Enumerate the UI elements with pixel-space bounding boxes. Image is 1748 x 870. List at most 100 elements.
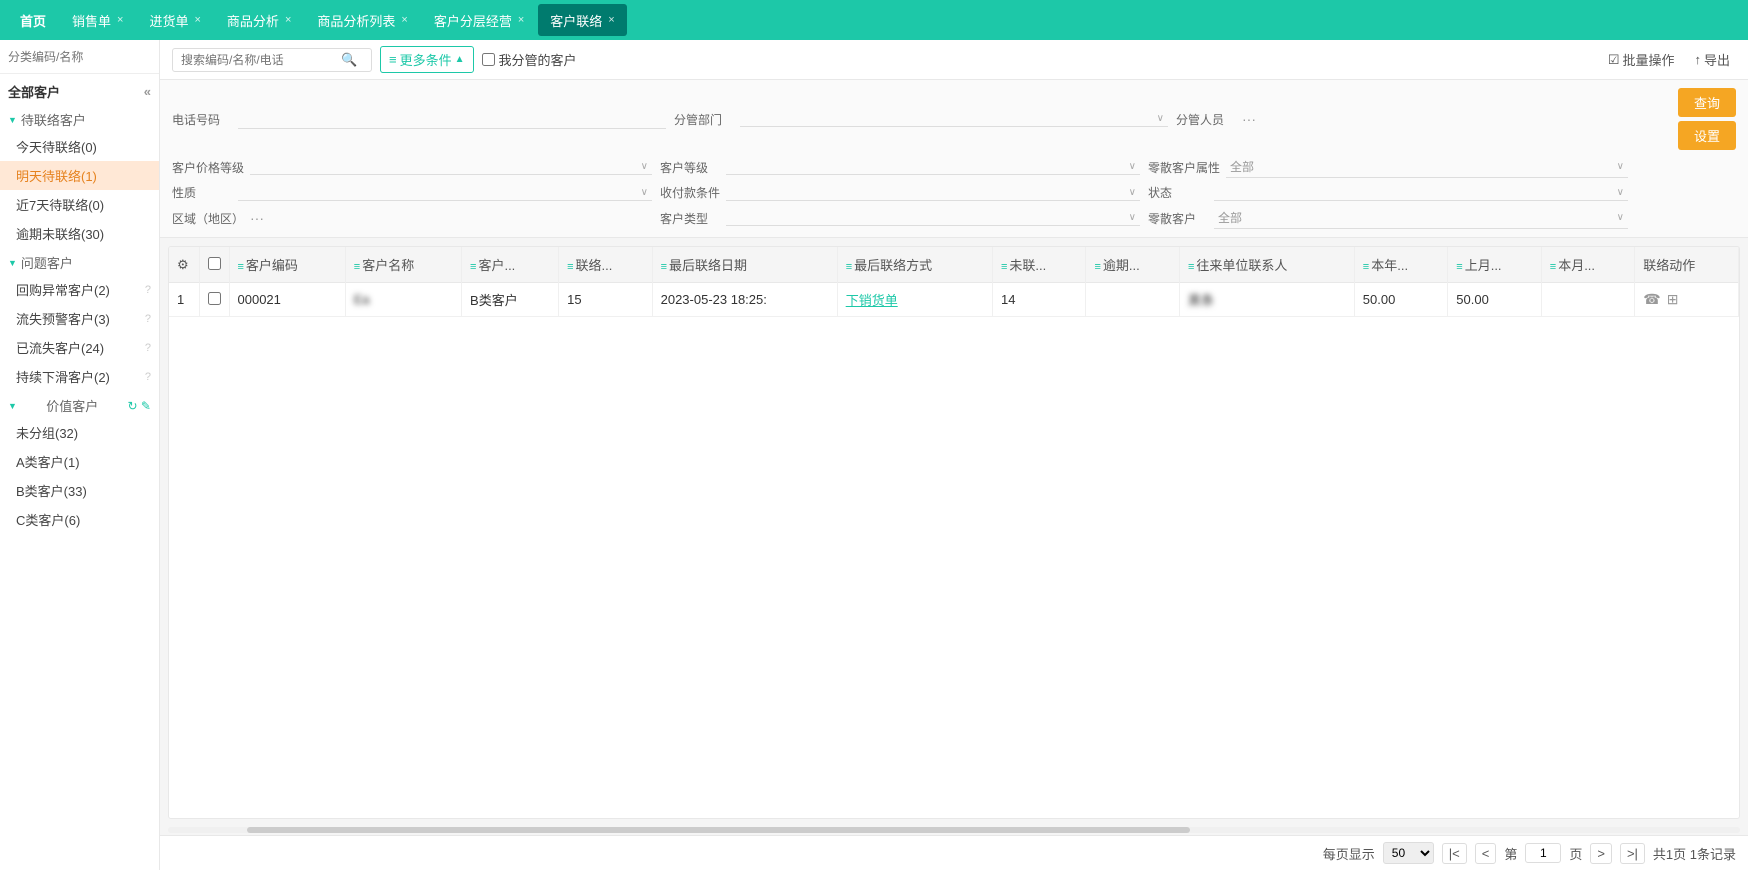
close-icon[interactable]: ×: [194, 14, 200, 26]
next-page-btn[interactable]: >: [1590, 843, 1612, 864]
sidebar-item-overdue[interactable]: 逾期未联络(30): [0, 219, 159, 248]
table-row: 1 000021 Ea B类客户 15 2023-05-23 18:25: 下销…: [169, 283, 1739, 317]
sidebar-item-7days[interactable]: 近7天待联络(0): [0, 190, 159, 219]
row-last-month: 50.00: [1448, 283, 1541, 317]
col-last-month: ≡上月...: [1448, 247, 1541, 283]
filter-customer-level: 客户等级 ∨: [660, 159, 1140, 176]
col-name: ≡客户名称: [345, 247, 461, 283]
select-all-checkbox[interactable]: [208, 257, 221, 270]
all-customers-header: 全部客户 «: [0, 74, 159, 105]
checkbox-icon: ☑: [1608, 52, 1620, 68]
chevron-up-icon: ▲: [455, 54, 465, 65]
nature-select[interactable]: ∨: [238, 185, 652, 201]
retail-attr-select[interactable]: 全部 ∨: [1226, 156, 1628, 178]
horizontal-scrollbar[interactable]: [168, 827, 1740, 833]
close-icon[interactable]: ×: [117, 14, 123, 26]
row-select-checkbox[interactable]: [208, 292, 221, 305]
customer-level-select[interactable]: ∨: [726, 159, 1140, 175]
col-checkbox: [199, 247, 229, 283]
sidebar-item-class-b[interactable]: B类客户(33): [0, 476, 159, 505]
filter-retail-attr: 零散客户属性 全部 ∨: [1148, 156, 1628, 178]
value-group-icons[interactable]: ↻ ✎: [128, 399, 151, 413]
sidebar-group-value[interactable]: 价值客户 ↻ ✎: [0, 391, 159, 418]
dept-select[interactable]: ∨: [740, 111, 1168, 127]
batch-op-btn[interactable]: ☑ 批量操作: [1602, 47, 1681, 72]
sidebar-item-today[interactable]: 今天待联络(0): [0, 132, 159, 161]
sidebar-item-unclassified[interactable]: 未分组(32): [0, 418, 159, 447]
sidebar-item-lost[interactable]: 已流失客户(24) ?: [0, 333, 159, 362]
sidebar-item-abnormal-repurchase[interactable]: 回购异常客户(2) ?: [0, 275, 159, 304]
close-icon[interactable]: ×: [608, 14, 614, 26]
sidebar-item-churn-warning[interactable]: 流失预警客户(3) ?: [0, 304, 159, 333]
sidebar-item-class-a[interactable]: A类客户(1): [0, 447, 159, 476]
price-level-select[interactable]: ∨: [250, 159, 652, 175]
sidebar-item-class-c[interactable]: C类客户(6): [0, 505, 159, 534]
close-icon[interactable]: ×: [518, 14, 524, 26]
last-page-btn[interactable]: >|: [1620, 843, 1645, 864]
payment-terms-select[interactable]: ∨: [726, 185, 1140, 201]
status-select[interactable]: ∨: [1214, 185, 1628, 201]
page-input[interactable]: [1525, 843, 1561, 863]
col-action: 联络动作: [1635, 247, 1739, 283]
retail-customer-select[interactable]: 全部 ∨: [1214, 207, 1628, 229]
filter-region: 区域（地区） ···: [172, 210, 652, 227]
row-category: B类客户: [462, 283, 559, 317]
filter-dept: 分管部门 ∨: [674, 111, 1168, 128]
nav-product-analysis[interactable]: 商品分析 ×: [215, 4, 303, 36]
filter-phone: 电话号码: [172, 110, 666, 129]
help-icon[interactable]: ?: [145, 313, 151, 325]
manager-dots-btn[interactable]: ···: [1242, 111, 1256, 127]
prev-page-btn[interactable]: <: [1475, 843, 1497, 864]
sidebar-search-area: 🔍: [0, 40, 159, 74]
sidebar-item-declining[interactable]: 持续下滑客户(2) ?: [0, 362, 159, 391]
customer-name-blurred: Ea: [354, 292, 370, 307]
col-not-contacted: ≡未联...: [993, 247, 1086, 283]
my-customers-checkbox[interactable]: [482, 53, 495, 66]
page-size-select[interactable]: 50 100 200: [1383, 842, 1434, 864]
row-contact-person: 黑条: [1179, 283, 1354, 317]
customer-type-select[interactable]: ∨: [726, 210, 1140, 226]
contact-method-link[interactable]: 下销货单: [846, 293, 898, 308]
export-btn[interactable]: ↑ 导出: [1688, 47, 1736, 72]
phone-input[interactable]: [238, 110, 666, 129]
nav-sales-order[interactable]: 销售单 ×: [60, 4, 135, 36]
more-action-icon[interactable]: ⊞: [1667, 291, 1679, 308]
help-icon[interactable]: ?: [145, 284, 151, 296]
col-category: ≡客户...: [462, 247, 559, 283]
filter-status: 状态 ∨: [1148, 184, 1628, 201]
row-name: Ea: [345, 283, 461, 317]
collapse-icon[interactable]: «: [144, 84, 151, 99]
more-conditions-btn[interactable]: ≡ 更多条件 ▲: [380, 46, 474, 73]
contact-action-icon[interactable]: ☎: [1643, 291, 1660, 308]
region-dots-btn[interactable]: ···: [250, 210, 264, 226]
content-area: 🔍 ≡ 更多条件 ▲ 我分管的客户 ☑ 批量操作 ↑ 导出: [160, 40, 1748, 870]
nav-home[interactable]: 首页: [8, 4, 58, 36]
customer-table: ⚙ ≡客户编码 ≡客户名称 ≡客户... ≡联络... ≡最后联络日期 ≡最后联…: [169, 247, 1739, 317]
row-contact-count: 15: [559, 283, 652, 317]
nav-product-analysis-list[interactable]: 商品分析列表 ×: [305, 4, 419, 36]
nav-customer-contact[interactable]: 客户联络 ×: [538, 4, 626, 36]
search-wrap: 🔍: [172, 48, 372, 72]
sidebar-group-problem[interactable]: 问题客户: [0, 248, 159, 275]
help-icon[interactable]: ?: [145, 342, 151, 354]
reset-button[interactable]: 设置: [1678, 121, 1736, 150]
scrollbar-thumb[interactable]: [247, 827, 1190, 833]
close-icon[interactable]: ×: [285, 14, 291, 26]
sidebar-search-input[interactable]: [8, 50, 160, 64]
sidebar-item-tomorrow[interactable]: 明天待联络(1): [0, 161, 159, 190]
row-checkbox: [199, 283, 229, 317]
col-settings[interactable]: ⚙: [169, 247, 199, 283]
close-icon[interactable]: ×: [401, 14, 407, 26]
filter-row-1: 电话号码 分管部门 ∨ 分管人员 ··· 查询 设置: [172, 88, 1736, 150]
col-this-month: ≡本月...: [1541, 247, 1634, 283]
query-button[interactable]: 查询: [1678, 88, 1736, 117]
nav-purchase-order[interactable]: 进货单 ×: [137, 4, 212, 36]
sidebar-group-pending[interactable]: 待联络客户: [0, 105, 159, 132]
filter-action-buttons: 查询 设置: [1678, 88, 1736, 150]
main-search-input[interactable]: [181, 53, 341, 67]
search-icon[interactable]: 🔍: [341, 52, 357, 68]
help-icon[interactable]: ?: [145, 371, 151, 383]
nav-customer-tiering[interactable]: 客户分层经营 ×: [422, 4, 536, 36]
col-last-contact-method: ≡最后联络方式: [837, 247, 992, 283]
first-page-btn[interactable]: |<: [1442, 843, 1467, 864]
